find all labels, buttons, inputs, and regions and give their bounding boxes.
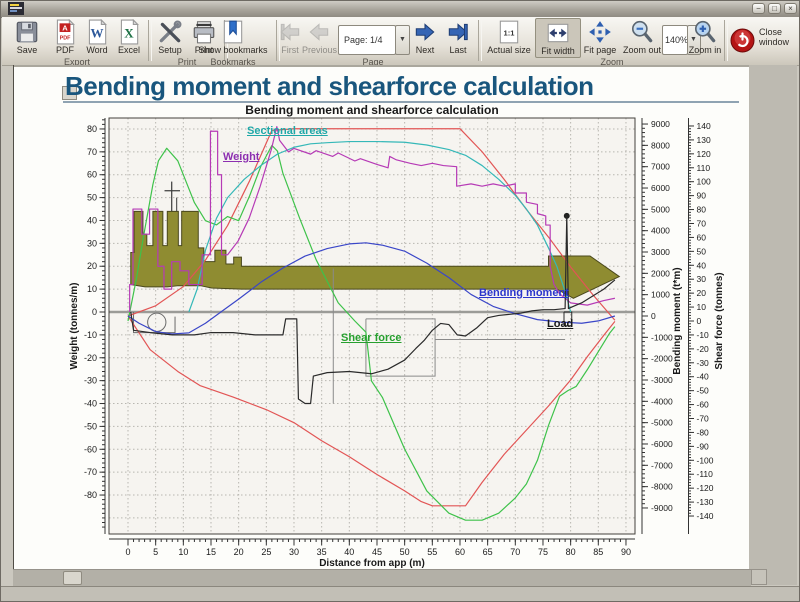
fit-page-icon [589, 21, 611, 43]
close-window-icon [730, 28, 755, 53]
window-bottom-frame [1, 586, 799, 601]
next-icon [415, 23, 435, 41]
setup-icon [159, 20, 182, 43]
toolbar-separator [148, 20, 152, 61]
toolbar-separator [478, 20, 482, 61]
curve-label-weight: Weight [223, 151, 260, 163]
last-page-button[interactable]: Last [443, 18, 473, 56]
zoom-in-button[interactable]: Zoom in [687, 18, 723, 56]
title-bar[interactable]: − □ × [1, 1, 799, 18]
curve-label-sectional-areas: Sectional areas [247, 125, 328, 137]
excel-button[interactable]: X Excel [112, 18, 146, 56]
actual-size-button[interactable]: 1:1 Actual size [484, 18, 534, 56]
actual-size-icon: 1:1 [499, 20, 519, 44]
bookmark-icon [223, 20, 243, 44]
fit-page-button[interactable]: Fit page [581, 18, 619, 56]
pdf-button[interactable]: A PDF PDF [48, 18, 82, 56]
word-icon: W [88, 19, 107, 45]
page-dropdown-button[interactable]: ▼ [395, 25, 410, 55]
word-button[interactable]: W Word [80, 18, 114, 56]
save-button[interactable]: Save [10, 18, 44, 56]
zoom-in-icon [694, 20, 716, 43]
minimize-button[interactable]: − [752, 3, 765, 14]
svg-text:W: W [91, 25, 104, 40]
close-button[interactable]: × [784, 3, 797, 14]
zoom-out-icon [631, 20, 653, 43]
app-icon [8, 2, 24, 15]
show-bookmarks-button[interactable]: Show bookmarks [195, 18, 271, 56]
report-heading: Bending moment and shearforce calculatio… [65, 71, 594, 101]
next-page-button[interactable]: Next [409, 18, 441, 56]
scrollbar-corner [751, 569, 767, 585]
toolbar: Save A PDF PDF W Word X Excel Export Set… [2, 17, 799, 67]
last-icon [448, 23, 468, 41]
curve-label-load: Load [547, 318, 574, 330]
chart-title: Bending moment and shearforce calculatio… [245, 103, 499, 117]
svg-text:PDF: PDF [60, 36, 72, 42]
page-number-field[interactable]: Page: 1/4 [338, 25, 396, 55]
save-icon [16, 21, 38, 43]
preview-right-margin [749, 65, 797, 585]
report-preview-window: − □ × Save A PDF PDF W Word X Excel Expo… [0, 0, 800, 602]
horizontal-scrollbar[interactable] [13, 569, 751, 587]
close-window-button[interactable]: Close window [726, 19, 798, 61]
zoom-level-field[interactable]: 140% [662, 25, 688, 55]
report-page [14, 67, 749, 569]
pdf-icon: A PDF [56, 19, 75, 45]
fit-width-button[interactable]: Fit width [535, 18, 581, 58]
first-icon [280, 23, 300, 41]
window-controls: − □ × [752, 3, 797, 14]
scrollbar-thumb[interactable] [63, 571, 82, 585]
fit-width-icon [547, 23, 569, 43]
curve-label-shear-force: Shear force [341, 332, 402, 344]
svg-text:X: X [124, 25, 134, 40]
setup-button[interactable]: Setup [154, 18, 186, 56]
previous-icon [309, 23, 329, 41]
preview-left-border [13, 65, 14, 585]
excel-icon: X [120, 19, 139, 45]
chevron-down-icon: ▼ [399, 36, 406, 43]
first-page-button[interactable]: First [275, 18, 305, 56]
maximize-button[interactable]: □ [768, 3, 781, 14]
svg-text:1:1: 1:1 [504, 28, 515, 37]
svg-text:A: A [62, 23, 68, 32]
previous-page-button[interactable]: Previous [302, 18, 337, 56]
zoom-out-button[interactable]: Zoom out [620, 18, 664, 56]
curve-label-bending-moment: Bending moment [479, 287, 569, 299]
